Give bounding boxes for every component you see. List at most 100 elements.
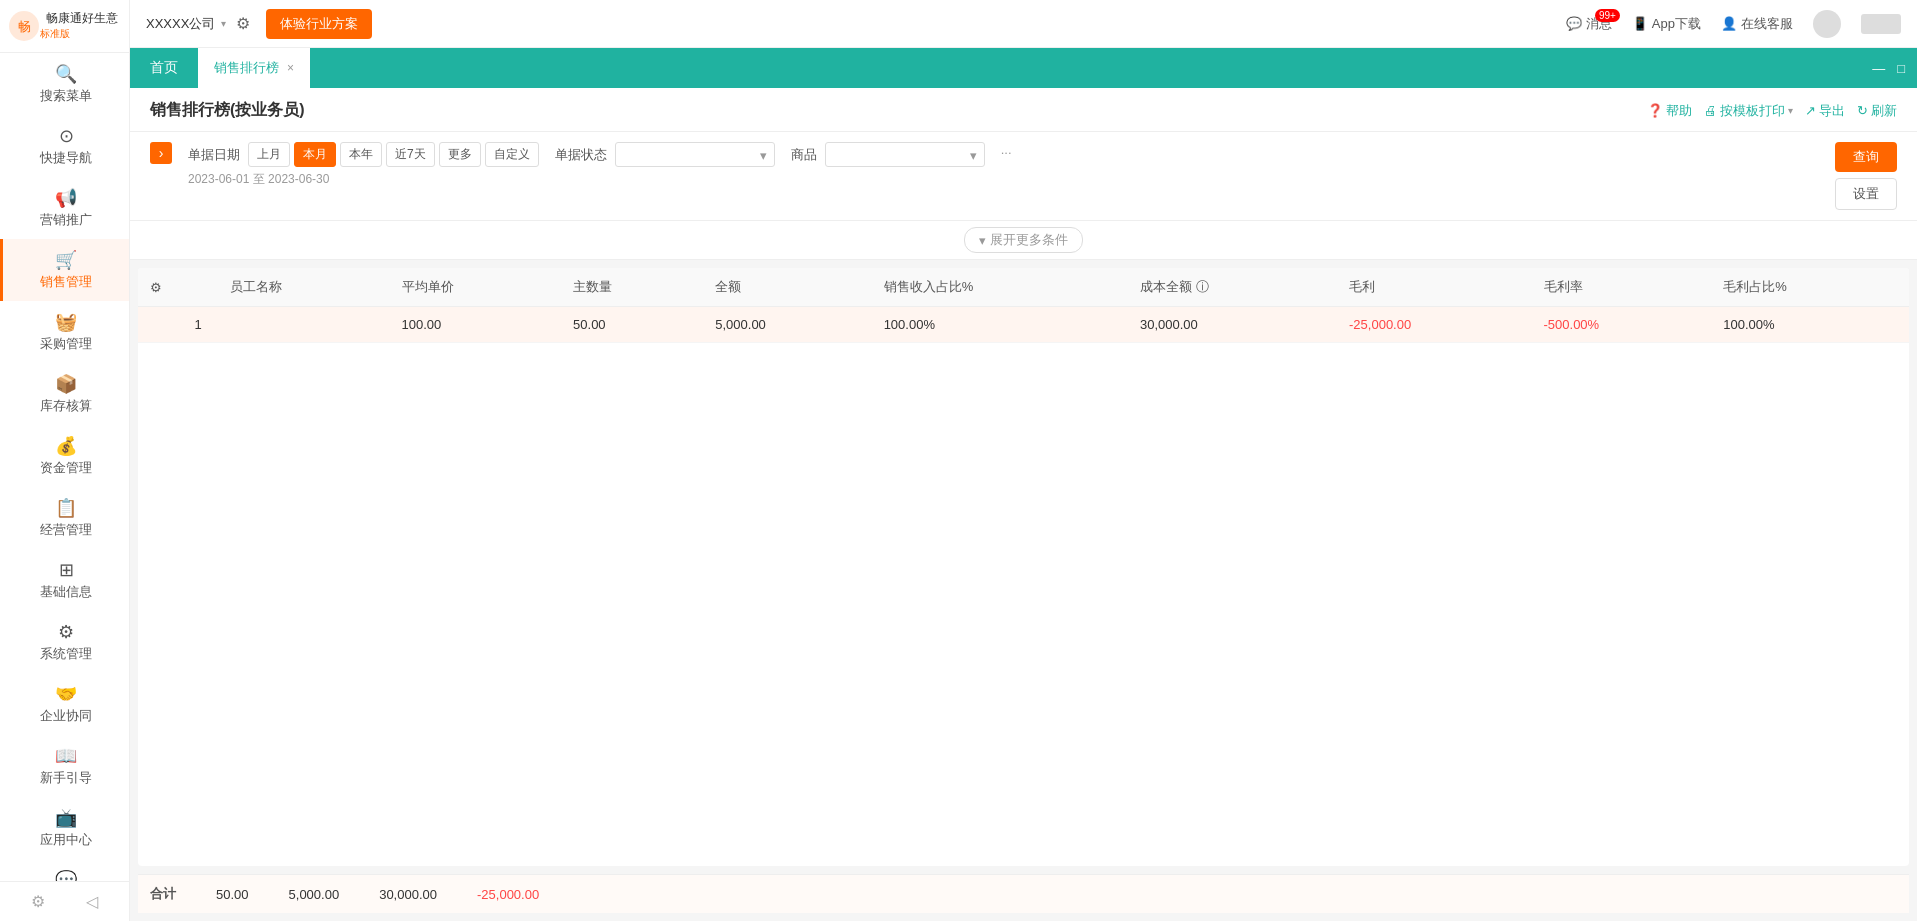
sidebar-item-basic[interactable]: ⊞ 基础信息 xyxy=(0,549,129,611)
service-icon: 👤 xyxy=(1721,16,1737,31)
svg-text:畅: 畅 xyxy=(18,19,31,34)
finance-icon: 💰 xyxy=(55,435,77,457)
sidebar-item-management[interactable]: 📋 经营管理 xyxy=(0,487,129,549)
logo-area: 畅 畅康通好生意 标准版 xyxy=(0,0,129,53)
sidebar-label-apps: 应用中心 xyxy=(40,831,92,849)
sidebar-label-quick: 快捷导航 xyxy=(40,149,92,167)
message-item[interactable]: 💬 99+ 消息 xyxy=(1566,15,1612,33)
goods-select[interactable] xyxy=(825,142,985,167)
tabbar-right: — □ xyxy=(1872,61,1917,76)
topbar: XXXXX公司 ▾ ⚙ 体验行业方案 💬 99+ 消息 📱 App下载 👤 在线… xyxy=(130,0,1917,48)
export-icon: ↗ xyxy=(1805,103,1816,118)
date-btn-this-year[interactable]: 本年 xyxy=(340,142,382,167)
tab-close-icon[interactable]: × xyxy=(287,61,294,75)
search-icon: 🔍 xyxy=(55,63,77,85)
apps-icon: 📺 xyxy=(55,807,77,829)
date-btn-this-month[interactable]: 本月 xyxy=(294,142,336,167)
collapse-icon[interactable]: ◁ xyxy=(86,892,98,911)
date-range-display: 2023-06-01 至 2023-06-30 xyxy=(188,171,539,188)
expand-more-bar: ▾ 展开更多条件 xyxy=(130,221,1917,260)
sidebar-label-inventory: 库存核算 xyxy=(40,397,92,415)
company-selector[interactable]: XXXXX公司 ▾ xyxy=(146,15,226,33)
query-button[interactable]: 查询 xyxy=(1835,142,1897,172)
page-title: 销售排行榜(按业务员) xyxy=(150,100,305,131)
settings-icon[interactable]: ⚙ xyxy=(31,892,45,911)
online-service-item[interactable]: 👤 在线客服 xyxy=(1721,15,1793,33)
date-btn-7days[interactable]: 近7天 xyxy=(386,142,435,167)
sidebar-item-marketing[interactable]: 📢 营销推广 xyxy=(0,177,129,239)
sidebar-label-purchase: 采购管理 xyxy=(40,335,92,353)
td-avg-price: 100.00 xyxy=(390,307,562,343)
message-badge: 99+ xyxy=(1595,9,1620,22)
online-service-label: 在线客服 xyxy=(1741,15,1793,33)
td-gross: -25,000.00 xyxy=(1337,307,1531,343)
avatar[interactable] xyxy=(1813,10,1841,38)
page-header-actions: ❓ 帮助 🖨 按模板打印 ▾ ↗ 导出 ↻ 刷新 xyxy=(1647,102,1897,130)
minimize-icon[interactable]: — xyxy=(1872,61,1885,76)
goods-filter-group: 商品 xyxy=(791,142,985,167)
maximize-icon[interactable]: □ xyxy=(1897,61,1905,76)
table-row: 1 100.00 50.00 5,000.00 100.00% 30,000.0… xyxy=(138,307,1909,343)
content-area: 销售排行榜(按业务员) ❓ 帮助 🖨 按模板打印 ▾ ↗ 导出 ↻ 刷新 xyxy=(130,88,1917,921)
footer-qty: 50.00 xyxy=(216,887,249,902)
td-employee-name xyxy=(218,307,390,343)
sidebar-item-guide[interactable]: 📖 新手引导 xyxy=(0,735,129,797)
table-header-row: ⚙ 员工名称 平均单价 主数量 全额 销售收入占比% 成本全额 ⓘ 毛利 毛利率… xyxy=(138,268,1909,307)
export-link[interactable]: ↗ 导出 xyxy=(1805,102,1845,120)
th-cost: 成本全额 ⓘ xyxy=(1128,268,1337,307)
sales-icon: 🛒 xyxy=(55,249,77,271)
sidebar-item-finance[interactable]: 💰 资金管理 xyxy=(0,425,129,487)
basic-icon: ⊞ xyxy=(59,559,74,581)
th-gross: 毛利 xyxy=(1337,268,1531,307)
tab-home[interactable]: 首页 xyxy=(130,48,198,88)
help-link[interactable]: ❓ 帮助 xyxy=(1647,102,1692,120)
inventory-icon: 📦 xyxy=(55,373,77,395)
sidebar-item-inventory[interactable]: 📦 库存核算 xyxy=(0,363,129,425)
app-download-item[interactable]: 📱 App下载 xyxy=(1632,15,1701,33)
wechat-icon: 💬 xyxy=(55,869,77,881)
sidebar-item-wechat[interactable]: 💬 企业微信 xyxy=(0,859,129,881)
th-gross-rate: 毛利率 xyxy=(1532,268,1712,307)
refresh-link[interactable]: ↻ 刷新 xyxy=(1857,102,1897,120)
logo-text-line2: 标准版 xyxy=(40,27,118,41)
sidebar-label-finance: 资金管理 xyxy=(40,459,92,477)
sidebar-item-apps[interactable]: 📺 应用中心 xyxy=(0,797,129,859)
topbar-gear-icon[interactable]: ⚙ xyxy=(236,14,250,33)
filter-expand-arrow[interactable]: › xyxy=(150,142,172,164)
footer-label: 合计 xyxy=(150,885,176,903)
settings-button[interactable]: 设置 xyxy=(1835,178,1897,210)
sidebar-item-quick[interactable]: ⊙ 快捷导航 xyxy=(0,115,129,177)
expand-more-button[interactable]: ▾ 展开更多条件 xyxy=(964,227,1083,253)
sidebar-item-purchase[interactable]: 🧺 采购管理 xyxy=(0,301,129,363)
footer-cost: 30,000.00 xyxy=(379,887,437,902)
sidebar-item-sales[interactable]: 🛒 销售管理 xyxy=(0,239,129,301)
refresh-label: 刷新 xyxy=(1871,102,1897,120)
sidebar-item-system[interactable]: ⚙ 系统管理 xyxy=(0,611,129,673)
data-table: ⚙ 员工名称 平均单价 主数量 全额 销售收入占比% 成本全额 ⓘ 毛利 毛利率… xyxy=(138,268,1909,343)
date-btn-custom[interactable]: 自定义 xyxy=(485,142,539,167)
user-name-placeholder xyxy=(1861,14,1901,34)
guide-icon: 📖 xyxy=(55,745,77,767)
filter-section: › 单据日期 上月 本月 本年 近7天 更多 自定义 2023-06-01 至 … xyxy=(130,132,1917,221)
tab-sales-ranking[interactable]: 销售排行榜 × xyxy=(198,48,310,88)
export-label: 导出 xyxy=(1819,102,1845,120)
sidebar-item-search[interactable]: 🔍 搜索菜单 xyxy=(0,53,129,115)
purchase-icon: 🧺 xyxy=(55,311,77,333)
date-btn-last-month[interactable]: 上月 xyxy=(248,142,290,167)
help-label: 帮助 xyxy=(1666,102,1692,120)
th-settings-icon[interactable]: ⚙ xyxy=(138,268,178,307)
quick-nav-icon: ⊙ xyxy=(59,125,74,147)
marketing-icon: 📢 xyxy=(55,187,77,209)
date-btn-more[interactable]: 更多 xyxy=(439,142,481,167)
sidebar-footer: ⚙ ◁ xyxy=(0,881,129,921)
th-gross-pct: 毛利占比% xyxy=(1711,268,1909,307)
trial-button[interactable]: 体验行业方案 xyxy=(266,9,372,39)
td-qty: 50.00 xyxy=(561,307,703,343)
template-print-chevron: ▾ xyxy=(1788,105,1793,116)
status-select[interactable] xyxy=(615,142,775,167)
sidebar-item-collab[interactable]: 🤝 企业协同 xyxy=(0,673,129,735)
template-print-link[interactable]: 🖨 按模板打印 ▾ xyxy=(1704,102,1793,120)
more-filter-btn[interactable]: ... xyxy=(1001,142,1012,157)
goods-select-wrapper xyxy=(825,142,985,167)
th-employee-name: 员工名称 xyxy=(218,268,390,307)
